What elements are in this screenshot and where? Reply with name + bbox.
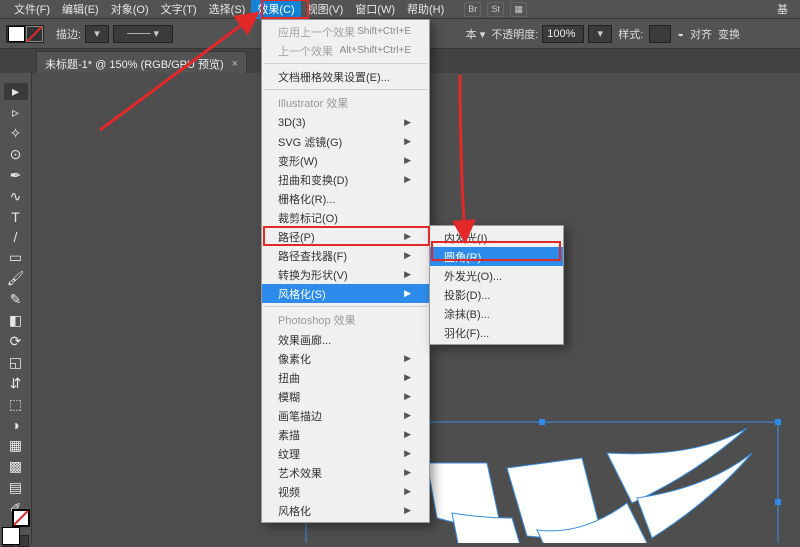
- stroke-profile-dropdown[interactable]: ─── ▾: [113, 25, 173, 43]
- type-tool[interactable]: T: [4, 209, 28, 225]
- paintbrush-tool[interactable]: 🖌: [4, 270, 28, 287]
- menu-file[interactable]: 文件(F): [8, 0, 56, 19]
- transform-panel-link[interactable]: 变换: [718, 26, 740, 42]
- layout-icon[interactable]: ▦: [510, 2, 527, 17]
- lasso-tool[interactable]: ⊙: [4, 146, 28, 163]
- menu-raster-settings[interactable]: 文档栅格效果设置(E)...: [262, 67, 429, 86]
- menu-convert-shape[interactable]: 转换为形状(V)▶: [262, 265, 429, 284]
- menu-stylize[interactable]: 风格化(S)▶: [262, 284, 429, 303]
- graphic-style-swatch[interactable]: [649, 25, 671, 43]
- menu-distort[interactable]: 扭曲和变换(D)▶: [262, 170, 429, 189]
- stroke-color-box[interactable]: [26, 26, 43, 42]
- menu-rasterize[interactable]: 栅格化(R)...: [262, 189, 429, 208]
- document-tab[interactable]: 未标题-1* @ 150% (RGB/GPU 预览) ×: [36, 51, 247, 73]
- bridge-icon[interactable]: Br: [464, 2, 481, 17]
- perspective-tool[interactable]: ▦: [4, 437, 28, 454]
- opacity-dropdown[interactable]: ▾: [588, 25, 612, 43]
- menu-help[interactable]: 帮助(H): [401, 0, 450, 19]
- menu-warp[interactable]: 变形(W)▶: [262, 151, 429, 170]
- menubar: 文件(F) 编辑(E) 对象(O) 文字(T) 选择(S) 效果(C) 视图(V…: [0, 0, 800, 19]
- shape-builder-tool[interactable]: ◑: [4, 417, 28, 433]
- stylize-submenu: 内发光(I)... 圆角(R)... 外发光(O)... 投影(D)... 涂抹…: [429, 225, 564, 345]
- menu-select[interactable]: 选择(S): [203, 0, 252, 19]
- rotate-tool[interactable]: ⟳: [4, 333, 28, 350]
- menu-path[interactable]: 路径(P)▶: [262, 227, 429, 246]
- width-tool[interactable]: ⇵: [4, 375, 28, 392]
- menu-pathfinder[interactable]: 路径查找器(F)▶: [262, 246, 429, 265]
- style-label: 样式:: [618, 26, 643, 42]
- recolor-icon[interactable]: ◒: [677, 28, 684, 40]
- stroke-label: 描边:: [56, 26, 81, 42]
- line-tool[interactable]: /: [4, 229, 28, 245]
- menu-video[interactable]: 视频▶: [262, 482, 429, 501]
- free-transform-tool[interactable]: ⬚: [4, 396, 28, 413]
- curvature-tool[interactable]: ∿: [4, 188, 28, 205]
- menu-distort-ps[interactable]: 扭曲▶: [262, 368, 429, 387]
- menu-section-illustrator: Illustrator 效果: [262, 93, 429, 113]
- menu-svg-filters[interactable]: SVG 滤镜(G)▶: [262, 132, 429, 151]
- submenu-feather[interactable]: 羽化(F)...: [430, 323, 563, 342]
- submenu-outer-glow[interactable]: 外发光(O)...: [430, 266, 563, 285]
- menu-type[interactable]: 文字(T): [155, 0, 203, 19]
- menu-last-effect: 上一个效果Alt+Shift+Ctrl+E: [262, 41, 429, 60]
- fill-stroke-swatch[interactable]: [6, 25, 44, 43]
- menu-blur[interactable]: 模糊▶: [262, 387, 429, 406]
- menu-sketch[interactable]: 素描▶: [262, 425, 429, 444]
- shaper-tool[interactable]: ✎: [4, 291, 28, 308]
- effect-menu: 应用上一个效果Shift+Ctrl+E 上一个效果Alt+Shift+Ctrl+…: [261, 19, 430, 523]
- menu-object[interactable]: 对象(O): [105, 0, 155, 19]
- rectangle-tool[interactable]: ▭: [4, 249, 28, 266]
- gradient-tool[interactable]: ▤: [4, 479, 28, 496]
- stroke-box[interactable]: [12, 509, 30, 527]
- scale-tool[interactable]: ◱: [4, 354, 28, 371]
- fill-color-box[interactable]: [8, 26, 25, 42]
- menu-artistic[interactable]: 艺术效果▶: [262, 463, 429, 482]
- menu-effect-gallery[interactable]: 效果画廊...: [262, 330, 429, 349]
- menu-stylize-ps[interactable]: 风格化▶: [262, 501, 429, 520]
- close-tab-button[interactable]: ×: [232, 58, 238, 70]
- menu-section-photoshop: Photoshop 效果: [262, 310, 429, 330]
- menu-edit[interactable]: 编辑(E): [56, 0, 105, 19]
- submenu-inner-glow[interactable]: 内发光(I)...: [430, 228, 563, 247]
- menu-effect[interactable]: 效果(C): [251, 0, 300, 19]
- menu-crop-marks[interactable]: 裁剪标记(O): [262, 208, 429, 227]
- mesh-tool[interactable]: ▩: [4, 458, 28, 475]
- menu-view[interactable]: 视图(V): [301, 0, 350, 19]
- menu-3d[interactable]: 3D(3)▶: [262, 113, 429, 132]
- menu-apply-last: 应用上一个效果Shift+Ctrl+E: [262, 22, 429, 41]
- direct-selection-tool[interactable]: ▹: [4, 104, 28, 121]
- submenu-drop-shadow[interactable]: 投影(D)...: [430, 285, 563, 304]
- magic-wand-tool[interactable]: ✧: [4, 125, 28, 142]
- selection-tool[interactable]: ▸: [4, 83, 28, 100]
- toolbox: ▸▹✧⊙✒∿T/▭🖌✎◧⟳◱⇵⬚◑▦▩▤✐: [0, 73, 32, 543]
- stroke-width-dropdown[interactable]: ▾: [85, 25, 109, 43]
- opacity-field[interactable]: [542, 25, 584, 43]
- stock-icon[interactable]: St: [487, 2, 504, 17]
- align-panel-link[interactable]: 对齐: [690, 26, 712, 42]
- submenu-round-corners[interactable]: 圆角(R)...: [430, 247, 563, 266]
- basic-appearance-label[interactable]: 本 ▾: [466, 26, 486, 42]
- fill-box[interactable]: [2, 527, 20, 545]
- menu-brush-strokes[interactable]: 画笔描边▶: [262, 406, 429, 425]
- menu-window[interactable]: 窗口(W): [349, 0, 401, 19]
- eraser-tool[interactable]: ◧: [4, 312, 28, 329]
- menu-pixelate[interactable]: 像素化▶: [262, 349, 429, 368]
- opacity-label: 不透明度:: [491, 26, 538, 42]
- menu-texture[interactable]: 纹理▶: [262, 444, 429, 463]
- submenu-scribble[interactable]: 涂抹(B)...: [430, 304, 563, 323]
- pen-tool[interactable]: ✒: [4, 167, 28, 184]
- menubar-right-extra: 基: [777, 1, 792, 17]
- document-tab-title: 未标题-1* @ 150% (RGB/GPU 预览): [45, 56, 224, 72]
